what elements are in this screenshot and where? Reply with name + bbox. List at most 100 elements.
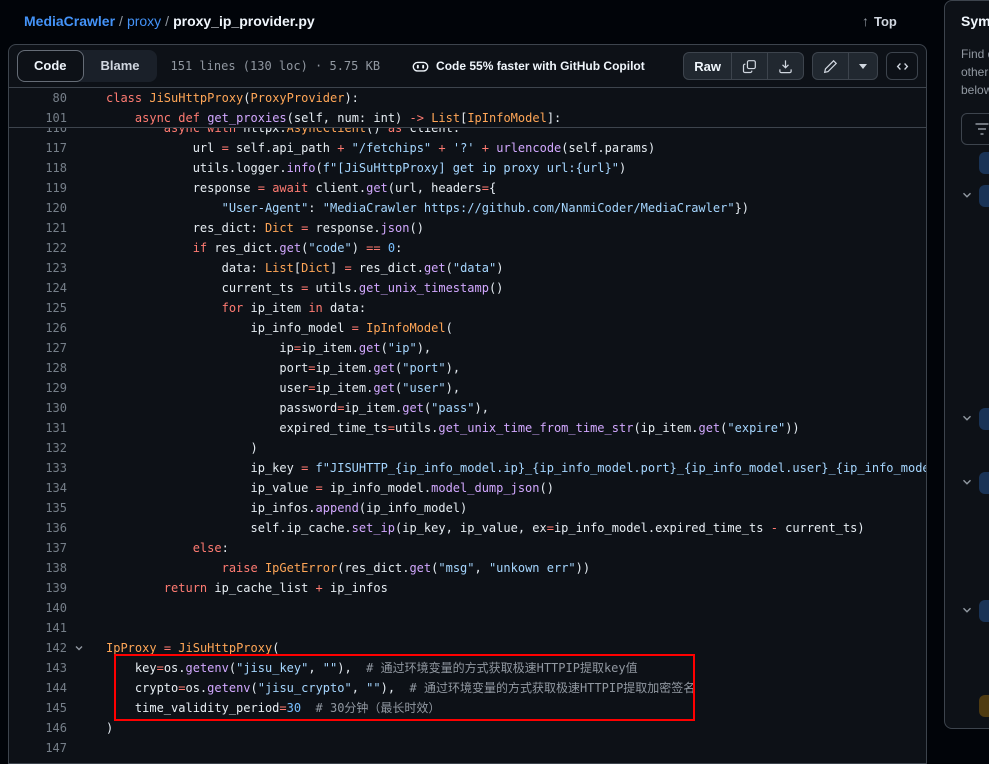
chevron-down-icon[interactable]: [960, 411, 976, 427]
line-number[interactable]: 130: [9, 398, 67, 418]
line-number[interactable]: 142: [9, 638, 67, 658]
breadcrumb: MediaCrawler/proxy/proxy_ip_provider.py: [24, 13, 315, 29]
code-symbols-icon: [895, 59, 910, 74]
code-line: 147: [9, 738, 926, 758]
code-text: self.ip_cache.set_ip(ip_key, ip_value, e…: [106, 518, 865, 538]
symbol-chip[interactable]: [979, 185, 989, 207]
symbol-row: [945, 599, 989, 623]
line-number[interactable]: 129: [9, 378, 67, 398]
line-number[interactable]: 141: [9, 618, 67, 638]
download-button[interactable]: [767, 53, 803, 79]
code-line: 123 data: List[Dict] = res_dict.get("dat…: [9, 258, 926, 278]
code-blame-switch: Code Blame: [17, 50, 157, 82]
line-number[interactable]: 127: [9, 338, 67, 358]
symbol-row: [945, 151, 989, 175]
code-line: 142IpProxy = JiSuHttpProxy(: [9, 638, 926, 658]
line-number[interactable]: 124: [9, 278, 67, 298]
line-number[interactable]: 139: [9, 578, 67, 598]
file-toolbar: Code Blame 151 lines (130 loc) · 5.75 KB…: [9, 45, 926, 88]
code-line: 129 user=ip_item.get("user"),: [9, 378, 926, 398]
line-number[interactable]: 147: [9, 738, 67, 758]
line-number[interactable]: 145: [9, 698, 67, 718]
code-text: user=ip_item.get("user"),: [106, 378, 460, 398]
arrow-up-icon: ↑: [862, 13, 869, 29]
line-number[interactable]: 131: [9, 418, 67, 438]
raw-button[interactable]: Raw: [684, 53, 731, 79]
line-number[interactable]: 123: [9, 258, 67, 278]
back-to-top-link[interactable]: ↑Top: [862, 13, 897, 29]
code-line: 120 "User-Agent": "MediaCrawler https://…: [9, 198, 926, 218]
code-text: response = await client.get(url, headers…: [106, 178, 496, 198]
line-number[interactable]: 126: [9, 318, 67, 338]
breadcrumb-separator: /: [115, 13, 127, 29]
symbols-panel-title: Symbols: [961, 13, 989, 29]
code-line: 137 else:: [9, 538, 926, 558]
code-line: 132 ): [9, 438, 926, 458]
line-number[interactable]: 101: [9, 108, 67, 128]
line-number[interactable]: 119: [9, 178, 67, 198]
code-text: crypto=os.getenv("jisu_crypto", ""), # 通…: [106, 678, 695, 698]
code-line: 117 url = self.api_path + "/fetchips" + …: [9, 138, 926, 158]
line-number[interactable]: 133: [9, 458, 67, 478]
code-line: 130 password=ip_item.get("pass"),: [9, 398, 926, 418]
chevron-down-icon[interactable]: [960, 188, 976, 204]
line-number[interactable]: 144: [9, 678, 67, 698]
line-number[interactable]: 135: [9, 498, 67, 518]
code-line: 131 expired_time_ts=utils.get_unix_time_…: [9, 418, 926, 438]
code-line: 126 ip_info_model = IpInfoModel(: [9, 318, 926, 338]
edit-button[interactable]: [813, 53, 848, 79]
line-number[interactable]: 138: [9, 558, 67, 578]
line-number[interactable]: 120: [9, 198, 67, 218]
line-number[interactable]: 118: [9, 158, 67, 178]
edit-dropdown-button[interactable]: [848, 53, 877, 79]
line-number[interactable]: 140: [9, 598, 67, 618]
code-line: 134 ip_value = ip_info_model.model_dump_…: [9, 478, 926, 498]
line-number[interactable]: 125: [9, 298, 67, 318]
code-text: ip_value = ip_info_model.model_dump_json…: [106, 478, 554, 498]
filter-symbols-button[interactable]: [961, 113, 989, 145]
code-text: ip_key = f"JISUHTTP_{ip_info_model.ip}_{…: [106, 458, 926, 478]
symbol-chip[interactable]: [979, 152, 989, 174]
chevron-down-icon[interactable]: [960, 475, 976, 491]
code-line: 133 ip_key = f"JISUHTTP_{ip_info_model.i…: [9, 458, 926, 478]
file-header-band: MediaCrawler/proxy/proxy_ip_provider.py …: [0, 0, 944, 44]
line-number[interactable]: 128: [9, 358, 67, 378]
code-text: key=os.getenv("jisu_key", ""), # 通过环境变量的…: [106, 658, 638, 678]
code-area: 116 async with httpx.AsyncClient() as cl…: [9, 88, 926, 764]
line-number[interactable]: 143: [9, 658, 67, 678]
breadcrumb-folder-link[interactable]: proxy: [127, 13, 161, 29]
code-line: 146): [9, 718, 926, 738]
code-line: 118 utils.logger.info(f"[JiSuHttpProxy] …: [9, 158, 926, 178]
line-number[interactable]: 136: [9, 518, 67, 538]
line-number[interactable]: 146: [9, 718, 67, 738]
fold-chevron-icon[interactable]: [73, 641, 89, 657]
code-line: 139 return ip_cache_list + ip_infos: [9, 578, 926, 598]
code-line: 128 port=ip_item.get("port"),: [9, 358, 926, 378]
line-number[interactable]: 122: [9, 238, 67, 258]
code-line: 136 self.ip_cache.set_ip(ip_key, ip_valu…: [9, 518, 926, 538]
breadcrumb-repo-link[interactable]: MediaCrawler: [24, 13, 115, 29]
pencil-icon: [823, 59, 838, 74]
code-text: ): [106, 438, 258, 458]
chevron-down-icon[interactable]: [960, 603, 976, 619]
copilot-banner[interactable]: Code 55% faster with GitHub Copilot: [412, 58, 645, 75]
symbol-chip[interactable]: [979, 695, 989, 717]
symbols-panel: Symbols Find definitions and references …: [944, 0, 989, 729]
copy-button[interactable]: [731, 53, 767, 79]
code-line: 125 for ip_item in data:: [9, 298, 926, 318]
tab-blame[interactable]: Blame: [84, 50, 157, 82]
symbol-chip[interactable]: [979, 472, 989, 494]
code-line: 144 crypto=os.getenv("jisu_crypto", ""),…: [9, 678, 926, 698]
line-number[interactable]: 137: [9, 538, 67, 558]
line-number[interactable]: 121: [9, 218, 67, 238]
symbols-panel-toggle[interactable]: [886, 52, 918, 80]
tab-code[interactable]: Code: [17, 50, 84, 82]
line-number[interactable]: 132: [9, 438, 67, 458]
line-number[interactable]: 134: [9, 478, 67, 498]
code-line: 127 ip=ip_item.get("ip"),: [9, 338, 926, 358]
line-number[interactable]: 80: [9, 88, 67, 108]
line-number[interactable]: 117: [9, 138, 67, 158]
symbol-chip[interactable]: [979, 600, 989, 622]
edit-group: [812, 52, 878, 80]
symbol-chip[interactable]: [979, 408, 989, 430]
